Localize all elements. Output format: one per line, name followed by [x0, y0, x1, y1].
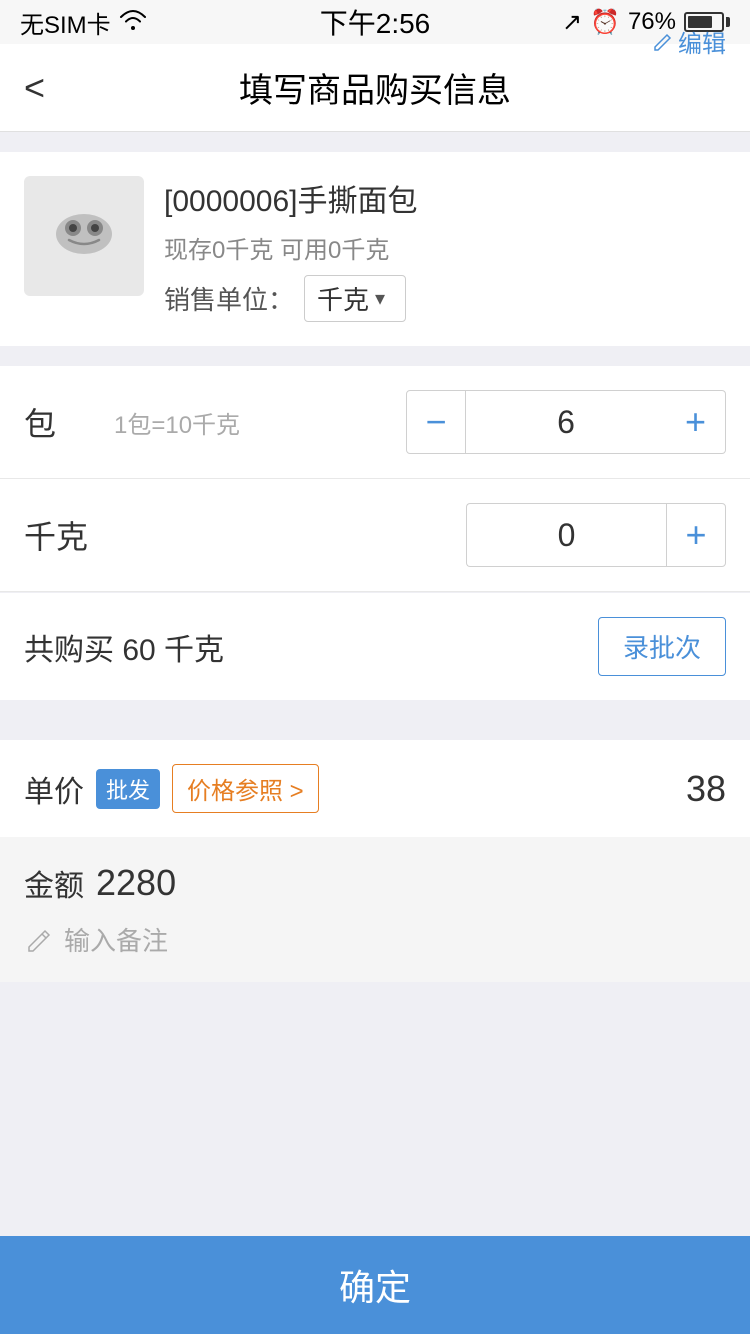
unit-select[interactable]: 千克 ▾: [304, 275, 406, 322]
amount-section: 金额 2280 输入备注: [0, 837, 750, 982]
section-divider-2: [0, 700, 750, 720]
product-card: [0000006]手撕面包 现存0千克 可用0千克 销售单位： 千克 ▾ 编辑: [0, 152, 750, 346]
qty-sublabel-bao: 1包=10千克: [114, 405, 406, 440]
total-section: 共购买 60 千克 录批次: [0, 593, 750, 700]
carrier-label: 无SIM卡: [20, 5, 111, 40]
alarm-icon: ⏰: [590, 8, 620, 37]
qty-label-kg: 千克: [24, 512, 104, 558]
status-bar: 无SIM卡 下午2:56 ↗ ⏰ 76%: [0, 0, 750, 44]
location-icon: ↗: [562, 8, 582, 37]
price-value: 38: [686, 768, 726, 810]
qty-controls-kg: +: [466, 503, 726, 567]
qty-input-kg[interactable]: [466, 503, 666, 567]
section-divider-1: [0, 346, 750, 366]
amount-value: 2280: [96, 862, 176, 904]
note-placeholder: 输入备注: [64, 921, 168, 958]
plus-button-bao[interactable]: +: [666, 390, 726, 454]
back-button[interactable]: <: [24, 67, 45, 109]
nav-bar: < 填写商品购买信息: [0, 44, 750, 132]
status-time: 下午2:56: [320, 2, 431, 42]
qty-label-bao: 包: [24, 399, 104, 445]
product-stock: 现存0千克 可用0千克: [164, 230, 726, 265]
product-name: [0000006]手撕面包: [164, 176, 726, 220]
chevron-down-icon: ▾: [375, 286, 385, 311]
qty-row-kg: 千克 +: [0, 479, 750, 592]
qty-input-bao[interactable]: [466, 390, 666, 454]
product-info: [0000006]手撕面包 现存0千克 可用0千克 销售单位： 千克 ▾: [164, 176, 726, 322]
price-tag: 批发: [96, 769, 160, 809]
pencil-icon: [24, 925, 54, 955]
qty-row-bao: 包 1包=10千克 − +: [0, 366, 750, 479]
status-bar-left: 无SIM卡: [20, 5, 147, 40]
plus-button-kg[interactable]: +: [666, 503, 726, 567]
confirm-button[interactable]: 确定: [0, 1236, 750, 1334]
price-ref-button[interactable]: 价格参照 >: [172, 764, 319, 813]
amount-label: 金额: [24, 861, 84, 905]
edit-button[interactable]: 编辑: [652, 24, 726, 59]
price-left: 单价 批发 价格参照 >: [24, 764, 319, 813]
amount-row: 金额 2280: [24, 861, 726, 905]
batch-button[interactable]: 录批次: [598, 617, 726, 676]
product-image: [24, 176, 144, 296]
note-row[interactable]: 输入备注: [24, 921, 726, 958]
minus-button-bao[interactable]: −: [406, 390, 466, 454]
page-title: 填写商品购买信息: [239, 63, 511, 112]
price-label: 单价: [24, 767, 84, 811]
total-text: 共购买 60 千克: [24, 625, 224, 669]
quantity-section: 包 1包=10千克 − + 千克 +: [0, 366, 750, 592]
price-section: 单价 批发 价格参照 > 38: [0, 740, 750, 837]
product-unit-row: 销售单位： 千克 ▾: [164, 275, 726, 322]
qty-controls-bao: − +: [406, 390, 726, 454]
unit-label: 销售单位：: [164, 280, 294, 317]
wifi-icon: [119, 8, 147, 37]
